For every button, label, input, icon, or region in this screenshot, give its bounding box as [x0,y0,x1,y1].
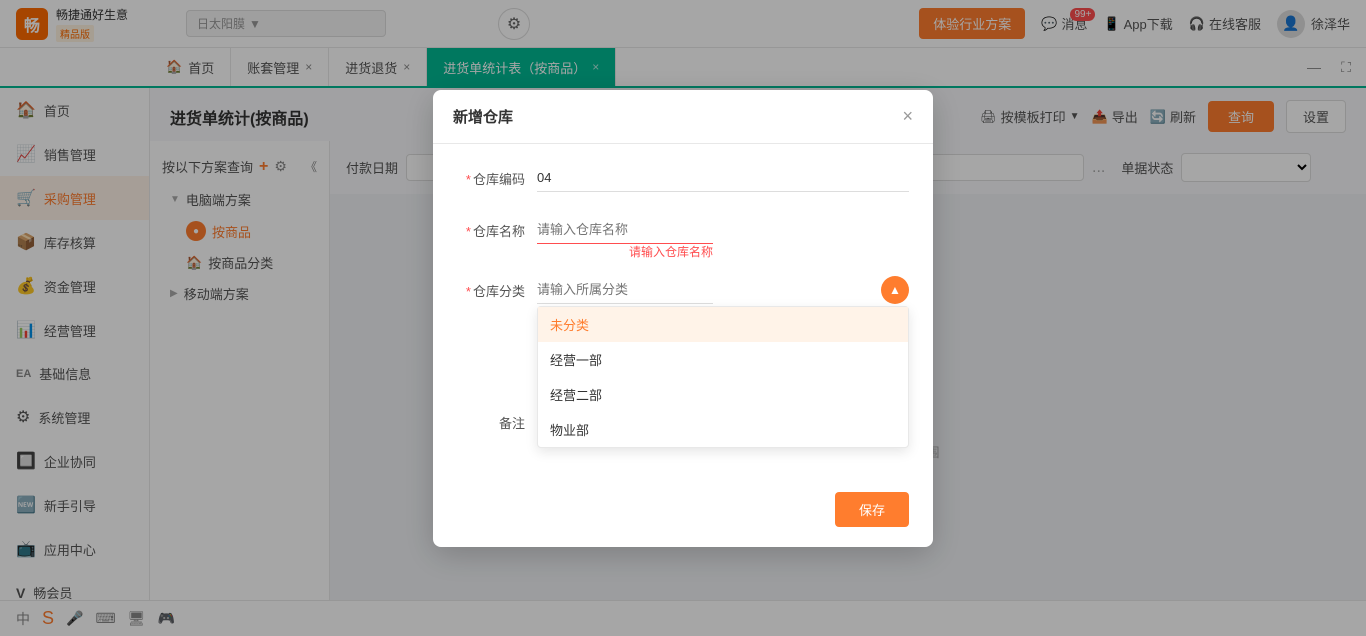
new-warehouse-dialog: 新增仓库 × 仓库编码 仓库名称 请输入仓库名称 仓库分类 [433,90,933,547]
dialog-title: 新增仓库 [453,106,513,127]
warehouse-name-wrap: 请输入仓库名称 [537,216,909,244]
modal-overlay[interactable]: 新增仓库 × 仓库编码 仓库名称 请输入仓库名称 仓库分类 [0,0,1366,636]
dialog-header: 新增仓库 × [433,90,933,144]
dialog-close-button[interactable]: × [902,107,913,125]
category-dropdown-toggle[interactable]: ▲ [881,276,909,304]
category-option-unclassified[interactable]: 未分类 [538,307,908,342]
warehouse-name-label: 仓库名称 [457,216,537,248]
warehouse-code-label: 仓库编码 [457,164,537,196]
warehouse-name-error: 请输入仓库名称 [629,243,713,260]
warehouse-category-input[interactable] [537,276,713,304]
category-option-dept2[interactable]: 经营二部 [538,377,908,412]
warehouse-name-row: 仓库名称 请输入仓库名称 [457,216,909,248]
dialog-footer: 保存 [433,480,933,547]
warehouse-category-label: 仓库分类 [457,276,537,308]
save-button[interactable]: 保存 [835,492,909,527]
dialog-body: 仓库编码 仓库名称 请输入仓库名称 仓库分类 ▲ 未分 [433,144,933,480]
category-dropdown-list: 未分类 经营一部 经营二部 物业部 [537,306,909,448]
warehouse-category-row: 仓库分类 ▲ 未分类 经营一部 经营二部 物业部 [457,276,909,308]
warehouse-code-input[interactable] [537,164,909,192]
category-option-property[interactable]: 物业部 [538,412,908,447]
warehouse-code-row: 仓库编码 [457,164,909,196]
category-option-dept1[interactable]: 经营一部 [538,342,908,377]
warehouse-note-label: 备注 [457,408,537,440]
warehouse-name-input[interactable] [537,216,713,244]
warehouse-category-wrap: ▲ 未分类 经营一部 经营二部 物业部 [537,276,909,304]
